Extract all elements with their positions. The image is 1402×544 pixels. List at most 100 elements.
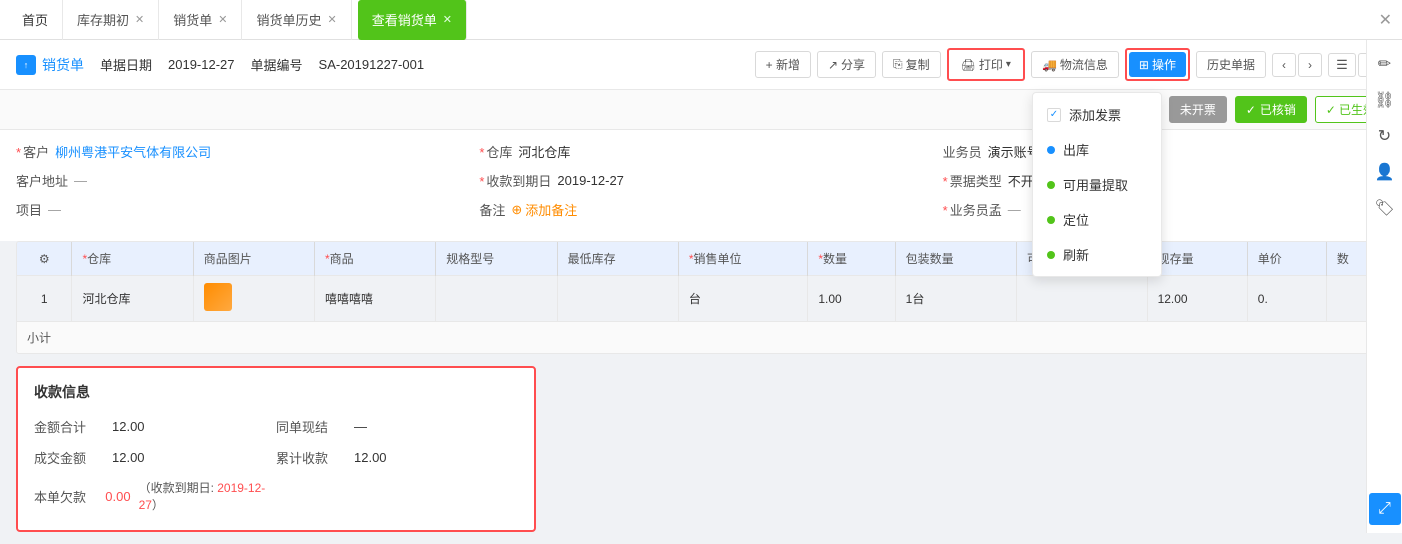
col-unit: *销售单位 xyxy=(678,242,808,276)
debt-label: 本单欠款 xyxy=(34,487,97,506)
operate-button[interactable]: ⊞ 操作 xyxy=(1129,52,1186,77)
payment-deal-row: 成交金额 12.00 xyxy=(34,445,276,470)
subtotal-label: 小计 xyxy=(17,322,1385,354)
col-unit-price: 单价 xyxy=(1247,242,1326,276)
due-date-note: （收款到期日: 2019-12-27） xyxy=(139,479,276,513)
due-date-field: 收款到期日 2019-12-27 xyxy=(479,171,922,190)
warehouse-label: 仓库 xyxy=(479,142,512,161)
add-note-button[interactable]: ⊕ 添加备注 xyxy=(511,200,577,219)
dot-green-icon-1 xyxy=(1047,181,1055,189)
payment-cumulative-row: 累计收款 12.00 xyxy=(276,445,518,470)
prev-button[interactable]: ‹ xyxy=(1272,53,1296,77)
tab-home[interactable]: 首页 xyxy=(8,0,63,40)
number-value: SA-20191227-001 xyxy=(319,57,425,72)
copy-button[interactable]: ⎘ 复制 xyxy=(882,51,941,78)
checkbox-icon: ✓ xyxy=(1047,108,1061,122)
ticket-type-field: 票据类型 不开票 xyxy=(943,171,1386,190)
status-bar: 📱 来自手机 未开票 ✓ 已核销 ✓ 已生效 xyxy=(0,90,1402,130)
col-spec: 规格型号 xyxy=(436,242,557,276)
ticket-type-label: 票据类型 xyxy=(943,171,1002,190)
same-order-label: 同单现结 xyxy=(276,417,346,436)
salesperson-label: 业务员孟 xyxy=(943,200,1002,219)
total-value: 12.00 xyxy=(112,419,145,434)
row-min-stock xyxy=(557,276,678,322)
right-sidebar: ✏ ⛓ ↻ 👤 🏷 ⤢ xyxy=(1366,40,1402,533)
print-button[interactable]: 🖨 打印 ▾ xyxy=(951,52,1021,77)
dropdown-menu: ✓ 添加发票 出库 可用量提取 定位 刷新 xyxy=(1032,92,1162,277)
same-order-value: — xyxy=(354,419,367,434)
date-value: 2019-12-27 xyxy=(168,57,235,72)
list-view-button[interactable]: ☰ xyxy=(1328,53,1356,77)
doc-title: ↑ 销货单 xyxy=(16,55,84,75)
sidebar-link-icon[interactable]: ⛓ xyxy=(1369,84,1401,116)
sidebar-user-icon[interactable]: 👤 xyxy=(1369,156,1401,188)
tab-view-sales-close[interactable]: ✕ xyxy=(443,13,452,26)
warehouse-field: 仓库 河北仓库 xyxy=(479,142,922,161)
payment-section: 收款信息 金额合计 12.00 同单现结 — 成交金额 12.00 累计收款 1… xyxy=(16,366,536,532)
tab-sales-history[interactable]: 销货单历史 ✕ xyxy=(242,0,351,40)
logistics-icon: 🚚 xyxy=(1042,58,1057,72)
check-icon: ✓ xyxy=(1246,103,1256,117)
table-row: 1 河北仓库 嘻嘻嘻嘻 台 1.00 1台 12.00 0. xyxy=(17,276,1385,322)
due-date-value: 2019-12-27 xyxy=(557,173,624,188)
dropdown-outbound[interactable]: 出库 xyxy=(1033,132,1161,167)
col-product: *商品 xyxy=(315,242,436,276)
payment-title: 收款信息 xyxy=(34,382,518,402)
logistics-button[interactable]: 🚚 物流信息 xyxy=(1031,51,1119,78)
warehouse-value: 河北仓库 xyxy=(518,142,570,161)
row-qty: 1.00 xyxy=(808,276,895,322)
print-icon: 🖨 xyxy=(961,58,976,72)
tab-sales-history-close[interactable]: ✕ xyxy=(328,13,337,26)
number-label: 单据编号 xyxy=(251,55,303,74)
project-value: — xyxy=(48,202,61,217)
row-current-stock: 12.00 xyxy=(1147,276,1247,322)
tab-inventory-init-close[interactable]: ✕ xyxy=(135,13,144,26)
sidebar-expand-icon[interactable]: ⤢ xyxy=(1369,493,1401,525)
new-button[interactable]: + 新增 xyxy=(755,51,811,78)
payment-grid: 金额合计 12.00 同单现结 — 成交金额 12.00 累计收款 12.00 … xyxy=(34,414,518,516)
row-product: 嘻嘻嘻嘻 xyxy=(315,276,436,322)
not-open-ticket-button[interactable]: 未开票 xyxy=(1169,96,1227,123)
tab-sales-order-close[interactable]: ✕ xyxy=(218,13,227,26)
dropdown-locate-label: 定位 xyxy=(1063,210,1089,229)
form-area: 客户 柳州粤港平安气体有限公司 仓库 河北仓库 业务员 演示账号 客户地址 — … xyxy=(0,130,1402,241)
subtotal-row: 小计 xyxy=(17,322,1385,354)
tab-sales-order[interactable]: 销货单 ✕ xyxy=(159,0,242,40)
dropdown-add-invoice-label: 添加发票 xyxy=(1069,105,1121,124)
next-button[interactable]: › xyxy=(1298,53,1322,77)
share-button[interactable]: ↗ 分享 xyxy=(817,51,876,78)
salesperson-field: 业务员孟 — xyxy=(943,200,1386,219)
window-close-button[interactable]: ✕ xyxy=(1379,10,1392,30)
sidebar-rotate-icon[interactable]: ↻ xyxy=(1369,120,1401,152)
col-min-stock: 最低库存 xyxy=(557,242,678,276)
row-unit: 台 xyxy=(678,276,808,322)
tab-bar: 首页 库存期初 ✕ 销货单 ✕ 销货单历史 ✕ 查看销货单 ✕ ✕ xyxy=(0,0,1402,40)
sidebar-tag-icon[interactable]: 🏷 xyxy=(1369,192,1401,224)
history-button[interactable]: 历史单据 xyxy=(1196,51,1266,78)
nav-arrows: ‹ › xyxy=(1272,53,1322,77)
sidebar-edit-icon[interactable]: ✏ xyxy=(1369,48,1401,80)
tab-view-sales[interactable]: 查看销货单 ✕ xyxy=(358,0,467,40)
note-field: 备注 ⊕ 添加备注 xyxy=(479,200,922,219)
customer-field: 客户 柳州粤港平安气体有限公司 xyxy=(16,142,459,161)
cumulative-value: 12.00 xyxy=(354,450,387,465)
dropdown-locate[interactable]: 定位 xyxy=(1033,202,1161,237)
doc-actions: + 新增 ↗ 分享 ⎘ 复制 🖨 打印 ▾ 🚚 物流信息 xyxy=(755,48,1386,81)
customer-value[interactable]: 柳州粤港平安气体有限公司 xyxy=(55,142,211,161)
document-header: ↑ 销货单 单据日期 2019-12-27 单据编号 SA-20191227-0… xyxy=(0,40,1402,90)
share-icon: ↗ xyxy=(828,58,838,72)
confirm-button[interactable]: ✓ 已核销 xyxy=(1235,96,1307,123)
dropdown-available-qty[interactable]: 可用量提取 xyxy=(1033,167,1161,202)
address-label: 客户地址 xyxy=(16,171,68,190)
col-qty: *数量 xyxy=(808,242,895,276)
dropdown-refresh[interactable]: 刷新 xyxy=(1033,237,1161,272)
date-label: 单据日期 xyxy=(100,55,152,74)
deal-label: 成交金额 xyxy=(34,448,104,467)
tab-inventory-init[interactable]: 库存期初 ✕ xyxy=(63,0,159,40)
col-pkg-qty: 包装数量 xyxy=(895,242,1016,276)
total-label: 金额合计 xyxy=(34,417,104,436)
print-dropdown-icon: ▾ xyxy=(1006,59,1011,70)
note-label: 备注 xyxy=(479,200,505,219)
dropdown-add-invoice[interactable]: ✓ 添加发票 xyxy=(1033,97,1161,132)
plus-icon: ⊕ xyxy=(511,202,522,218)
